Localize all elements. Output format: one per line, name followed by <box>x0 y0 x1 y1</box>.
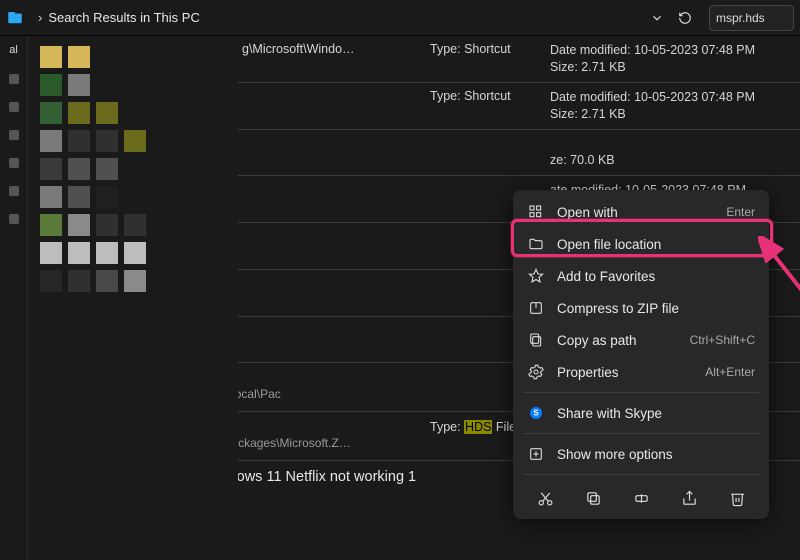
titlebar: › Search Results in This PC mspr.hds <box>0 0 800 36</box>
context-menu: Open with Enter Open file location Add t… <box>513 190 769 519</box>
thumbnail-cell <box>96 242 118 264</box>
thumbnail-cell <box>96 46 118 68</box>
explorer-icon <box>6 9 24 27</box>
thumbnail-cell <box>40 186 62 208</box>
menu-share-skype[interactable]: S Share with Skype <box>517 397 765 429</box>
delete-icon[interactable] <box>723 485 751 511</box>
refresh-icon[interactable] <box>671 6 699 30</box>
thumbnail-cell <box>96 270 118 292</box>
svg-text:S: S <box>533 409 539 418</box>
thumbnail-cell <box>124 130 146 152</box>
skype-icon: S <box>527 404 545 422</box>
thumbnail-cell <box>68 158 90 180</box>
thumbnail-cell <box>124 74 146 96</box>
thumbnail-cell <box>124 242 146 264</box>
cut-icon[interactable] <box>531 485 559 511</box>
copy-icon[interactable] <box>579 485 607 511</box>
thumbnail-cell <box>68 242 90 264</box>
zip-icon <box>527 299 545 317</box>
file-path: C:\Users\itsme\AppData\Local\Pac <box>238 387 281 401</box>
thumbnail-cell <box>68 214 90 236</box>
thumbnail-cell <box>68 130 90 152</box>
result-row[interactable]: ze: 70.0 KB <box>238 130 800 177</box>
menu-open-with[interactable]: Open with Enter <box>517 196 765 228</box>
thumbnail-cell <box>68 270 90 292</box>
copy-path-icon <box>527 331 545 349</box>
menu-properties[interactable]: Properties Alt+Enter <box>517 356 765 388</box>
nav-label: al <box>9 44 18 56</box>
thumbnail-cell <box>124 46 146 68</box>
pin-icon[interactable] <box>9 158 19 168</box>
thumbnail-cell <box>40 46 62 68</box>
thumbnail-cell <box>96 74 118 96</box>
thumbnail-cell <box>40 102 62 124</box>
thumbnail-cell <box>40 130 62 152</box>
thumbnail-cell <box>68 46 90 68</box>
thumbnail-cell <box>40 74 62 96</box>
results-list: g\Microsoft\Windo… Type: Shortcut Date m… <box>238 36 800 560</box>
pin-icon[interactable] <box>9 214 19 224</box>
thumbnail-cell <box>96 186 118 208</box>
pin-icon[interactable] <box>9 102 19 112</box>
rename-icon[interactable] <box>627 485 655 511</box>
properties-icon <box>527 363 545 381</box>
pin-icon[interactable] <box>9 74 19 84</box>
file-name: mspr.hds <box>238 420 351 436</box>
pin-icon[interactable] <box>9 130 19 140</box>
thumbnail-cell <box>96 130 118 152</box>
web-result-title: Delete mspr.hds windows 11 Netflix not w… <box>238 469 416 485</box>
result-row[interactable]: Type: Shortcut Date modified: 10-05-2023… <box>238 83 800 130</box>
file-path: C:\ \AppData\Local\Packages\Microsoft.Z… <box>238 436 351 450</box>
thumbnail-cell <box>96 214 118 236</box>
thumbnail-cell <box>124 214 146 236</box>
thumbnail-cell <box>96 102 118 124</box>
menu-separator <box>523 392 759 393</box>
thumbnail-cell <box>124 186 146 208</box>
menu-action-row <box>517 479 765 513</box>
thumbnail-cell <box>124 270 146 292</box>
result-row[interactable]: g\Microsoft\Windo… Type: Shortcut Date m… <box>238 36 800 83</box>
thumbnail-cell <box>40 158 62 180</box>
breadcrumb-chevron-icon[interactable]: › <box>38 10 42 25</box>
menu-show-more[interactable]: Show more options <box>517 438 765 470</box>
search-input[interactable]: mspr.hds <box>709 5 794 31</box>
page-title: Search Results in This PC <box>48 10 200 25</box>
menu-copy-path[interactable]: Copy as path Ctrl+Shift+C <box>517 324 765 356</box>
thumbnail-cell <box>40 270 62 292</box>
thumbnail-cell <box>40 242 62 264</box>
share-icon[interactable] <box>675 485 703 511</box>
menu-add-favorites[interactable]: Add to Favorites <box>517 260 765 292</box>
thumbnail-cell <box>96 158 118 180</box>
menu-open-file-location[interactable]: Open file location <box>517 228 765 260</box>
thumbnail-cell <box>68 74 90 96</box>
menu-separator <box>523 474 759 475</box>
menu-separator <box>523 433 759 434</box>
file-name: mspr.hds <box>238 371 281 387</box>
thumbnail-cell <box>68 186 90 208</box>
menu-compress-zip[interactable]: Compress to ZIP file <box>517 292 765 324</box>
thumbnail-cell <box>40 214 62 236</box>
thumbnail-cell <box>124 102 146 124</box>
thumbnail-cell <box>68 102 90 124</box>
nav-gutter: al <box>0 36 28 560</box>
folder-icon <box>527 235 545 253</box>
dropdown-chevron-icon[interactable] <box>643 6 671 30</box>
thumbnail-grid <box>28 36 238 560</box>
pin-icon[interactable] <box>9 186 19 196</box>
thumbnail-cell <box>124 158 146 180</box>
more-icon <box>527 445 545 463</box>
open-with-icon <box>527 203 545 221</box>
star-icon <box>527 267 545 285</box>
